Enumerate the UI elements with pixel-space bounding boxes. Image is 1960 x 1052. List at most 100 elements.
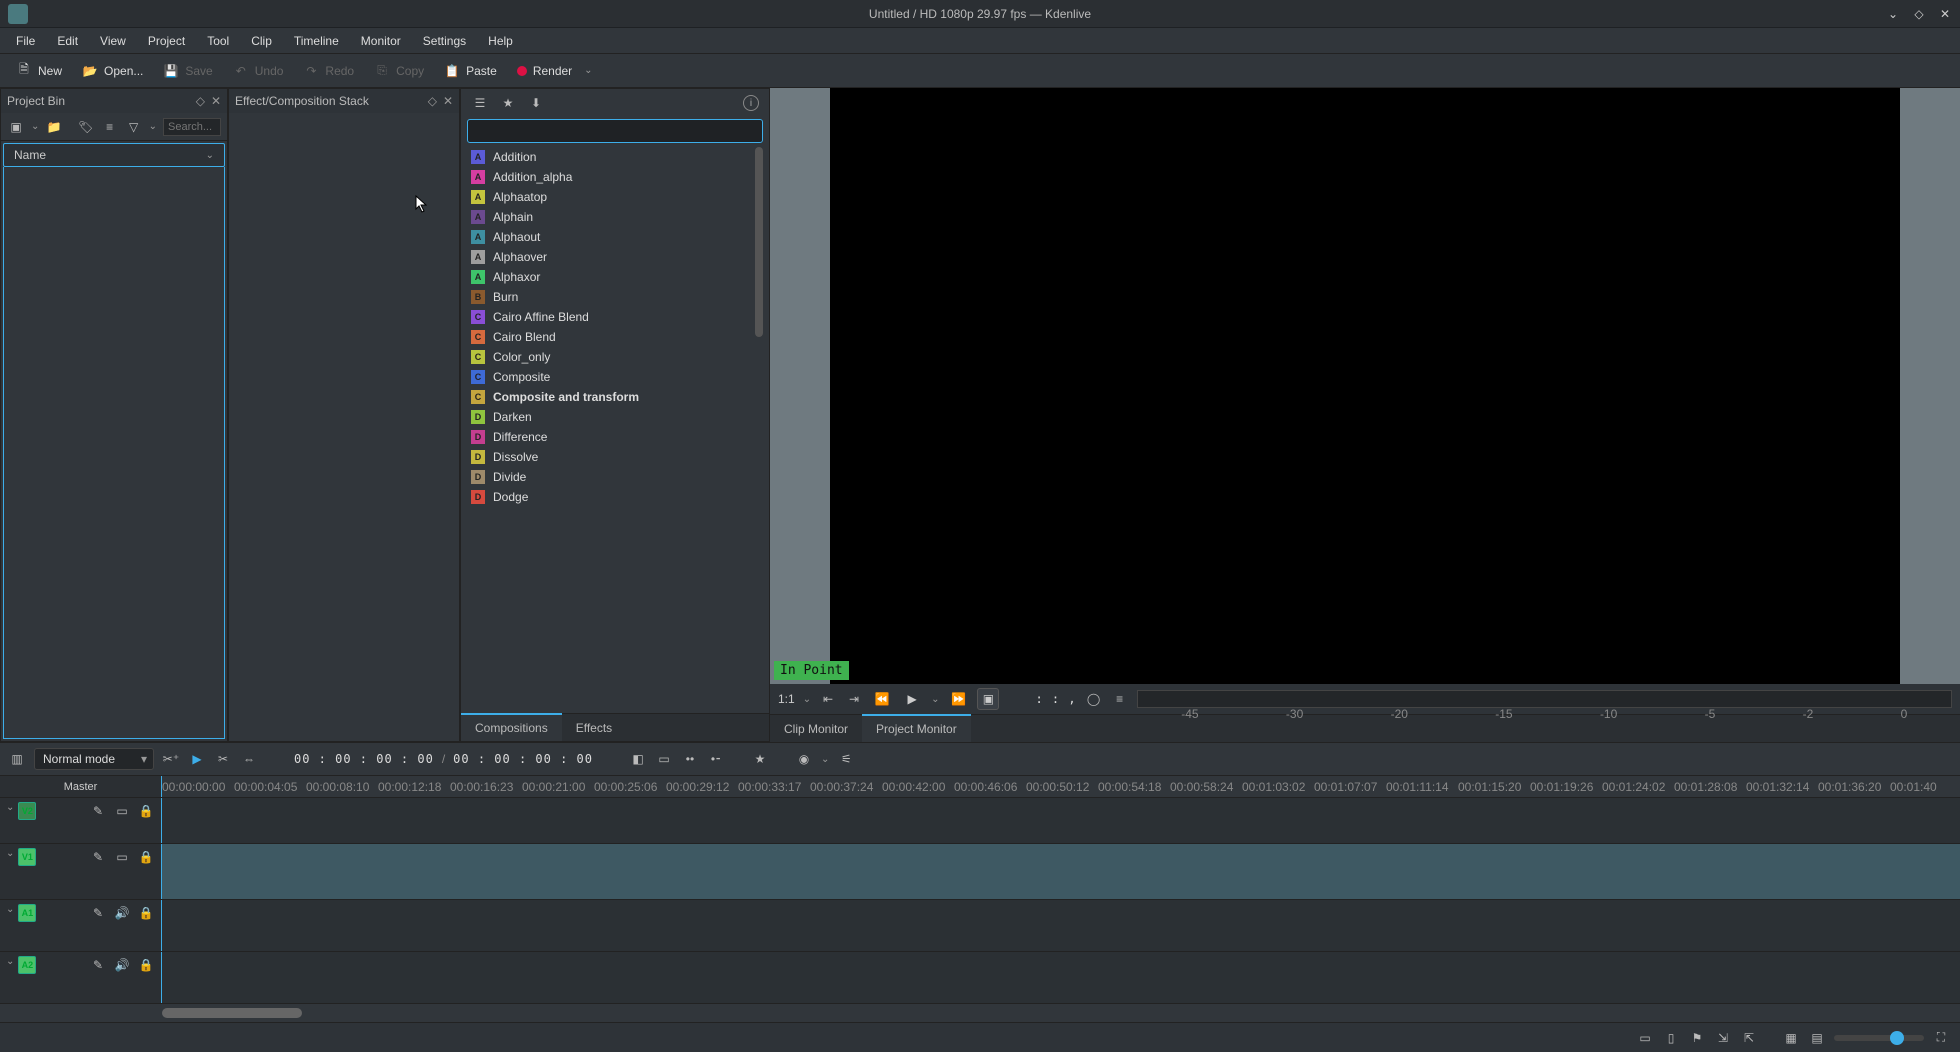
favorites-icon[interactable]: ★ bbox=[499, 94, 517, 112]
panel-close-icon[interactable]: ✕ bbox=[211, 94, 221, 108]
composition-search-input[interactable] bbox=[467, 119, 763, 143]
panel-close-icon[interactable]: ✕ bbox=[443, 94, 453, 108]
composition-item[interactable]: CColor_only bbox=[467, 347, 753, 367]
rewind-button[interactable]: ⏪ bbox=[871, 688, 893, 710]
selection-tool-icon[interactable]: ▶ bbox=[188, 750, 206, 768]
composition-item[interactable]: DDarken bbox=[467, 407, 753, 427]
search-input[interactable] bbox=[163, 118, 221, 136]
thumbnails-icon[interactable]: ▭ bbox=[1636, 1029, 1654, 1047]
mute-icon[interactable]: ▭ bbox=[113, 848, 131, 866]
tags-icon[interactable]: ▤ bbox=[1808, 1029, 1826, 1047]
menu-view[interactable]: View bbox=[90, 30, 136, 52]
lock-icon[interactable]: 🔒 bbox=[137, 904, 155, 922]
composition-item[interactable]: CCairo Affine Blend bbox=[467, 307, 753, 327]
maximize-icon[interactable]: ◇ bbox=[1910, 5, 1928, 23]
menu-help[interactable]: Help bbox=[478, 30, 523, 52]
play-dropdown[interactable]: ⌄ bbox=[931, 694, 939, 705]
composition-item[interactable]: DDodge bbox=[467, 487, 753, 507]
track-body[interactable] bbox=[162, 900, 1960, 951]
edit-icon[interactable]: ✎ bbox=[89, 848, 107, 866]
tree-view-icon[interactable]: ☰ bbox=[471, 94, 489, 112]
new-button[interactable]: 🗎New bbox=[8, 59, 70, 83]
track-header[interactable]: ⌄V2✎▭🔒 bbox=[0, 798, 162, 843]
lift-icon[interactable]: •⁃ bbox=[707, 750, 725, 768]
track-collapse-icon[interactable]: ⌄ bbox=[6, 802, 14, 813]
tag-icon[interactable]: 🏷 bbox=[77, 118, 95, 136]
compositing-icon[interactable]: ✂⁺ bbox=[162, 750, 180, 768]
panel-float-icon[interactable]: ◇ bbox=[196, 94, 205, 108]
spacer-tool-icon[interactable]: ⇔ bbox=[240, 750, 258, 768]
zoom-slider-thumb[interactable] bbox=[1890, 1031, 1904, 1045]
track-collapse-icon[interactable]: ⌄ bbox=[6, 848, 14, 859]
track-badge[interactable]: A2 bbox=[18, 956, 36, 974]
snap-icon[interactable]: ▯ bbox=[1662, 1029, 1680, 1047]
track-header[interactable]: ⌄A1✎🔊🔒 bbox=[0, 900, 162, 951]
render-button[interactable]: Render bbox=[509, 60, 580, 82]
name-column-header[interactable]: Name ⌄ bbox=[3, 143, 225, 167]
save-button[interactable]: 💾Save bbox=[155, 59, 220, 83]
tab-compositions[interactable]: Compositions bbox=[461, 713, 562, 741]
menu-file[interactable]: File bbox=[6, 30, 45, 52]
preview-render-icon[interactable]: ◉ bbox=[795, 750, 813, 768]
show-audio-icon[interactable]: ⇲ bbox=[1714, 1029, 1732, 1047]
razor-tool-icon[interactable]: ✂ bbox=[214, 750, 232, 768]
edit-icon[interactable]: ✎ bbox=[89, 956, 107, 974]
tab-project-monitor[interactable]: Project Monitor bbox=[862, 714, 971, 742]
marker-icon[interactable]: ◯ bbox=[1085, 690, 1103, 708]
mute-icon[interactable]: 🔊 bbox=[113, 956, 131, 974]
render-options-dropdown[interactable]: ⌄ bbox=[584, 65, 592, 76]
project-bin-body[interactable] bbox=[3, 167, 225, 739]
mix-clips-icon[interactable]: ◧ bbox=[629, 750, 647, 768]
lock-icon[interactable]: 🔒 bbox=[137, 956, 155, 974]
grid-icon[interactable]: ▦ bbox=[1782, 1029, 1800, 1047]
composition-item[interactable]: AAddition_alpha bbox=[467, 167, 753, 187]
zone-in-icon[interactable]: ⇤ bbox=[819, 690, 837, 708]
play-button[interactable]: ▶ bbox=[901, 688, 923, 710]
fullscreen-icon[interactable]: ⛶ bbox=[1932, 1029, 1950, 1047]
menu-project[interactable]: Project bbox=[138, 30, 195, 52]
redo-button[interactable]: ↷Redo bbox=[295, 59, 362, 83]
composition-item[interactable]: DDissolve bbox=[467, 447, 753, 467]
timeline-ruler[interactable]: 00:00:00:0000:00:04:0500:00:08:1000:00:1… bbox=[162, 776, 1960, 797]
track-badge[interactable]: A1 bbox=[18, 904, 36, 922]
folder-add-icon[interactable]: 📁 bbox=[45, 118, 63, 136]
composition-item[interactable]: AAlphain bbox=[467, 207, 753, 227]
edit-icon[interactable]: ✎ bbox=[89, 904, 107, 922]
preview-dropdown[interactable]: ⌄ bbox=[821, 754, 829, 765]
undo-button[interactable]: ↶Undo bbox=[225, 59, 292, 83]
add-clip-dropdown[interactable]: ⌄ bbox=[31, 121, 39, 132]
edit-icon[interactable]: ✎ bbox=[89, 802, 107, 820]
preview-options-icon[interactable]: ⚟ bbox=[837, 750, 855, 768]
track-badge[interactable]: V1 bbox=[18, 848, 36, 866]
favorite-effects-icon[interactable]: ★ bbox=[751, 750, 769, 768]
composition-item[interactable]: BBurn bbox=[467, 287, 753, 307]
monitor-scale[interactable]: 1:1 bbox=[778, 692, 795, 706]
timeline-h-scrollbar[interactable] bbox=[162, 1008, 302, 1018]
filter-dropdown[interactable]: ⌄ bbox=[149, 121, 157, 132]
tab-clip-monitor[interactable]: Clip Monitor bbox=[770, 716, 862, 742]
composition-item[interactable]: DDivide bbox=[467, 467, 753, 487]
info-icon[interactable]: i bbox=[743, 95, 759, 111]
composition-item[interactable]: AAlphaxor bbox=[467, 267, 753, 287]
composition-item[interactable]: AAlphaatop bbox=[467, 187, 753, 207]
track-body[interactable] bbox=[162, 844, 1960, 899]
master-track-label[interactable]: Master bbox=[0, 776, 161, 797]
track-body[interactable] bbox=[162, 952, 1960, 1003]
show-markers-icon[interactable]: ⚑ bbox=[1688, 1029, 1706, 1047]
lock-icon[interactable]: 🔒 bbox=[137, 802, 155, 820]
composition-item[interactable]: AAddition bbox=[467, 147, 753, 167]
minimize-icon[interactable]: ⌄ bbox=[1884, 5, 1902, 23]
open-button[interactable]: 📂Open... bbox=[74, 59, 151, 83]
close-icon[interactable]: ✕ bbox=[1936, 5, 1954, 23]
monitor-viewport[interactable]: In Point bbox=[770, 88, 1960, 684]
composition-item[interactable]: AAlphaout bbox=[467, 227, 753, 247]
composition-item[interactable]: CCairo Blend bbox=[467, 327, 753, 347]
menu-edit[interactable]: Edit bbox=[47, 30, 88, 52]
menu-tool[interactable]: Tool bbox=[197, 30, 239, 52]
panel-float-icon[interactable]: ◇ bbox=[428, 94, 437, 108]
zone-out-icon[interactable]: ⇥ bbox=[845, 690, 863, 708]
timecode-position[interactable]: 00 : 00 : 00 : 00 bbox=[294, 752, 434, 766]
menu-clip[interactable]: Clip bbox=[241, 30, 282, 52]
scrollbar-thumb[interactable] bbox=[755, 147, 763, 337]
track-header[interactable]: ⌄A2✎🔊🔒 bbox=[0, 952, 162, 1003]
